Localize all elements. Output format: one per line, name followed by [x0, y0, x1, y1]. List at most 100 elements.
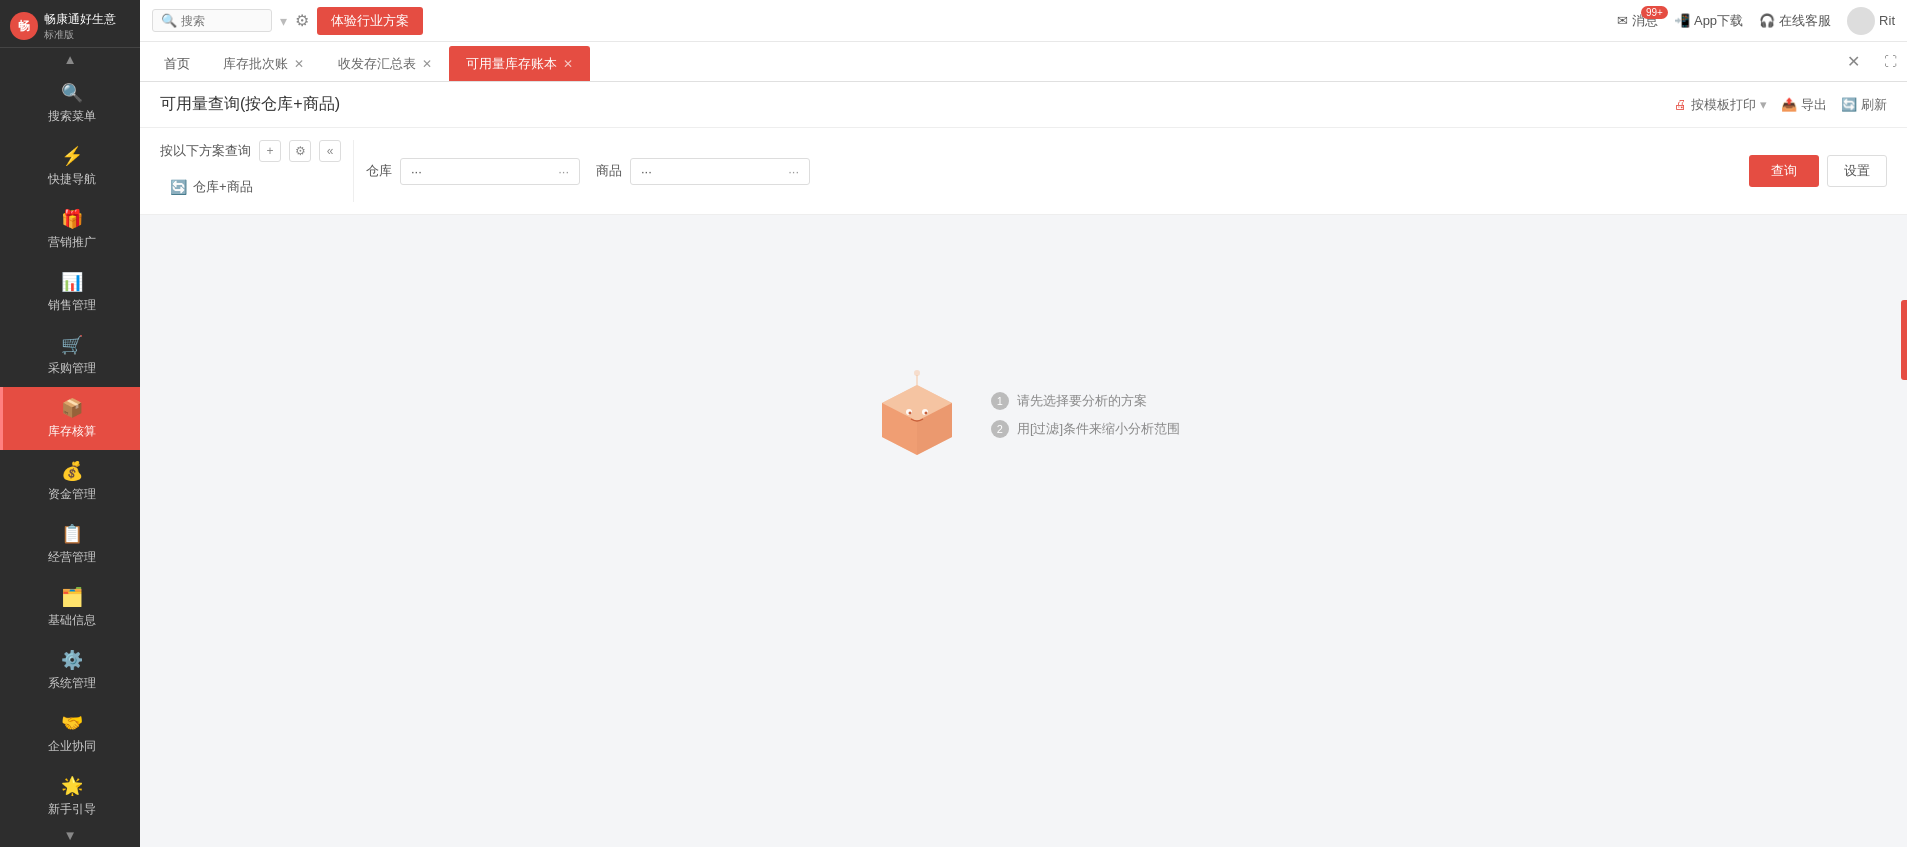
empty-state-illustration	[867, 365, 967, 465]
sidebar-item-enterprise[interactable]: 🤝 企业协同	[0, 702, 140, 765]
sidebar-item-marketing[interactable]: 🎁 营销推广	[0, 198, 140, 261]
sidebar-item-label: 搜索菜单	[48, 108, 96, 125]
filter-actions: 查询 设置	[1749, 155, 1887, 187]
sidebar-item-inventory[interactable]: 📦 库存核算	[0, 387, 140, 450]
settings-button[interactable]: 设置	[1827, 155, 1887, 187]
sidebar-header: 畅 畅康通好生意 标准版	[0, 0, 140, 48]
tip-text-2: 用[过滤]条件来缩小分析范围	[1017, 420, 1180, 438]
search-dropdown-icon[interactable]: ▾	[280, 13, 287, 29]
search-input[interactable]	[181, 14, 261, 28]
sidebar-item-guide[interactable]: 🌟 新手引导	[0, 765, 140, 823]
empty-tip-2: 2 用[过滤]条件来缩小分析范围	[991, 420, 1180, 438]
top-bar-actions: ✉ 消息 99+ 📲 App下载 🎧 在线客服 Rit	[1617, 7, 1895, 35]
product-filter-input[interactable]: ··· ···	[630, 158, 810, 185]
sidebar-scroll-down[interactable]: ▼	[0, 823, 140, 847]
warehouse-filter-input[interactable]: ··· ···	[400, 158, 580, 185]
online-service-action[interactable]: 🎧 在线客服	[1759, 12, 1831, 30]
star-icon: 🌟	[61, 775, 83, 797]
export-action[interactable]: 📤 导出	[1781, 96, 1827, 114]
warehouse-input-placeholder: ···	[411, 164, 422, 179]
tip-text-1: 请先选择要分析的方案	[1017, 392, 1147, 410]
filter-section-title: 按以下方案查询	[160, 142, 251, 160]
page-title: 可用量查询(按仓库+商品)	[160, 94, 340, 115]
add-scheme-button[interactable]: +	[259, 140, 281, 162]
username-label: Rit	[1879, 13, 1895, 28]
query-button[interactable]: 查询	[1749, 155, 1819, 187]
sidebar-item-purchase[interactable]: 🛒 采购管理	[0, 324, 140, 387]
filter-row: 仓库 ··· ··· 商品 ··· ···	[366, 155, 1887, 187]
app-download-label: App下载	[1694, 12, 1743, 30]
sidebar-item-operations[interactable]: 📋 经营管理	[0, 513, 140, 576]
tab-home[interactable]: 首页	[140, 47, 206, 81]
export-label: 导出	[1801, 96, 1827, 114]
search-icon: 🔍	[161, 13, 177, 28]
handshake-icon: 🤝	[61, 712, 83, 734]
empty-state: 1 请先选择要分析的方案 2 用[过滤]条件来缩小分析范围	[867, 365, 1180, 465]
sidebar-item-finance[interactable]: 💰 资金管理	[0, 450, 140, 513]
lightning-icon: ⚡	[61, 145, 83, 167]
sidebar-item-label: 销售管理	[48, 297, 96, 314]
mobile-download-icon: 📲	[1674, 13, 1690, 28]
tabs-close-all-button[interactable]: ✕	[1833, 44, 1874, 79]
page-header: 可用量查询(按仓库+商品) 🖨 按模板打印 ▾ 📤 导出 🔄 刷新	[140, 82, 1907, 128]
sidebar-item-label: 营销推广	[48, 234, 96, 251]
sidebar-item-sales[interactable]: 📊 销售管理	[0, 261, 140, 324]
print-dropdown-icon[interactable]: ▾	[1760, 97, 1767, 112]
tab-close-available-ledger[interactable]: ✕	[563, 57, 573, 71]
print-action[interactable]: 🖨 按模板打印 ▾	[1674, 96, 1767, 114]
sidebar-item-label: 经营管理	[48, 549, 96, 566]
warehouse-filter-group: 仓库 ··· ···	[366, 158, 580, 185]
refresh-label: 刷新	[1861, 96, 1887, 114]
refresh-action[interactable]: 🔄 刷新	[1841, 96, 1887, 114]
search-icon: 🔍	[61, 82, 83, 104]
sidebar-item-label: 企业协同	[48, 738, 96, 755]
cart-icon: 🛒	[61, 334, 83, 356]
folder-icon: 🗂️	[61, 586, 83, 608]
top-search-box[interactable]: 🔍	[152, 9, 272, 32]
headset-icon: 🎧	[1759, 13, 1775, 28]
tab-close-receipt-summary[interactable]: ✕	[422, 57, 432, 71]
sidebar-item-shortcut[interactable]: ⚡ 快捷导航	[0, 135, 140, 198]
sidebar-item-label: 库存核算	[48, 423, 96, 440]
tab-close-batch-account[interactable]: ✕	[294, 57, 304, 71]
svg-point-6	[908, 412, 911, 415]
settings-scheme-button[interactable]: ⚙	[289, 140, 311, 162]
settings-gear-icon[interactable]: ⚙	[295, 11, 309, 30]
message-badge: 99+	[1641, 6, 1668, 19]
sidebar-item-label: 基础信息	[48, 612, 96, 629]
sidebar-item-system[interactable]: ⚙️ 系统管理	[0, 639, 140, 702]
warehouse-more-icon[interactable]: ···	[558, 164, 569, 179]
tabs-expand-button[interactable]: ⛶	[1874, 46, 1907, 77]
user-avatar-action[interactable]: Rit	[1847, 7, 1895, 35]
message-action[interactable]: ✉ 消息 99+	[1617, 12, 1658, 30]
app-download-action[interactable]: 📲 App下载	[1674, 12, 1743, 30]
filter-header: 按以下方案查询 + ⚙ «	[160, 140, 341, 162]
product-more-icon[interactable]: ···	[788, 164, 799, 179]
empty-content-area: 1 请先选择要分析的方案 2 用[过滤]条件来缩小分析范围	[140, 215, 1907, 615]
trial-industry-button[interactable]: 体验行业方案	[317, 7, 423, 35]
online-service-label: 在线客服	[1779, 12, 1831, 30]
product-filter-group: 商品 ··· ···	[596, 158, 810, 185]
sidebar-item-basic[interactable]: 🗂️ 基础信息	[0, 576, 140, 639]
sidebar-item-label: 资金管理	[48, 486, 96, 503]
collapse-scheme-button[interactable]: «	[319, 140, 341, 162]
product-filter-label: 商品	[596, 162, 622, 180]
page-content: 可用量查询(按仓库+商品) 🖨 按模板打印 ▾ 📤 导出 🔄 刷新	[140, 82, 1907, 847]
sidebar-scroll-up[interactable]: ▲	[0, 48, 140, 72]
right-scroll-hint	[1901, 300, 1907, 380]
sidebar-item-label: 快捷导航	[48, 171, 96, 188]
scheme-warehouse-product[interactable]: 🔄 仓库+商品	[160, 172, 341, 202]
filter-section: 按以下方案查询 + ⚙ « 🔄 仓库+商品	[140, 128, 1907, 215]
tab-receipt-summary[interactable]: 收发存汇总表 ✕	[321, 46, 449, 81]
money-icon: 💰	[61, 460, 83, 482]
scheme-label: 仓库+商品	[193, 178, 253, 196]
gear-icon: ⚙️	[61, 649, 83, 671]
refresh-icon: 🔄	[1841, 97, 1857, 112]
sidebar-item-label: 系统管理	[48, 675, 96, 692]
avatar	[1847, 7, 1875, 35]
sidebar: 畅 畅康通好生意 标准版 ▲ 🔍 搜索菜单 ⚡ 快捷导航 🎁 营销推广	[0, 0, 140, 847]
box-icon: 📦	[61, 397, 83, 419]
sidebar-item-search[interactable]: 🔍 搜索菜单	[0, 72, 140, 135]
tab-batch-account[interactable]: 库存批次账 ✕	[206, 46, 321, 81]
tab-available-ledger[interactable]: 可用量库存账本 ✕	[449, 46, 590, 81]
